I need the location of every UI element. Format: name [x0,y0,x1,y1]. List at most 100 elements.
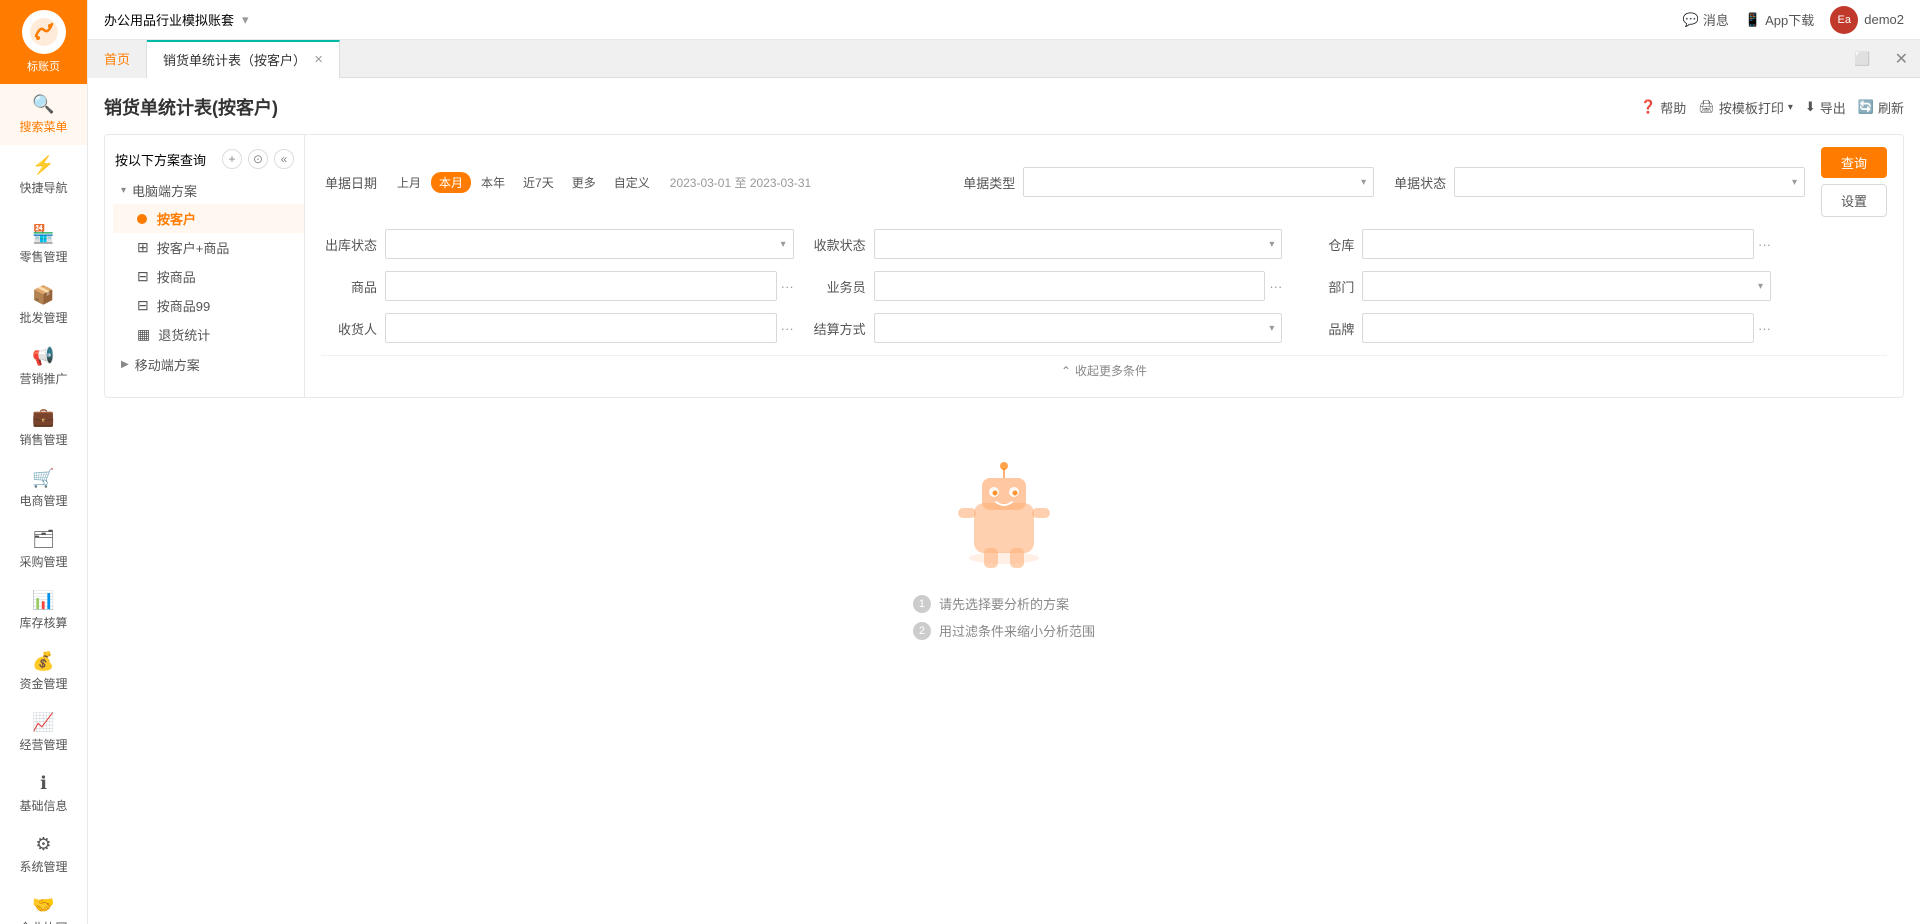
scheme-item-by-product-99[interactable]: ⊟ 按商品99 [113,291,304,320]
filter-row-4: 收货人 ··· 结算方式 ▾ [321,313,1887,343]
scheme-item-return-stat[interactable]: ▦ 退货统计 [113,320,304,349]
order-type-label: 单据类型 [959,173,1015,192]
page-actions: ❓ 帮助 🖨 按模板打印 ▾ ⬇ 导出 🔄 刷新 [1640,98,1904,117]
order-status-select[interactable] [1454,167,1805,197]
scheme-item-by-customer-product[interactable]: ⊞ 按客户+商品 [113,233,304,262]
topbar-dropdown-icon[interactable]: ▾ [242,12,249,28]
topbar-left: 办公用品行业模拟账套 ▾ [104,10,249,29]
tab-sales-stat-label: 销货单统计表（按客户） [163,50,306,69]
brand-label: 品牌 [1298,319,1354,338]
tip-num-1: 1 [913,595,931,613]
filter-salesperson: 业务员 ··· [810,271,1283,301]
sidebar-item-label: 销售管理 [19,431,67,448]
logo-icon [22,10,66,54]
tab-home[interactable]: 首页 [88,40,147,78]
sidebar-item-sales[interactable]: 💼 销售管理 [0,397,87,458]
query-button[interactable]: 查询 [1821,147,1887,178]
receiver-dots[interactable]: ··· [781,321,794,336]
edit-scheme-button[interactable]: ⊙ [248,149,268,169]
filter-department: 部门 ▾ [1298,271,1771,301]
warehouse-dots[interactable]: ··· [1758,237,1771,252]
sidebar-item-label: 经营管理 [19,736,67,753]
collapse-button[interactable]: ⌃ 收起更多条件 [321,355,1887,385]
topbar: 办公用品行业模拟账套 ▾ 💬 消息 📱 App下载 Ea demo2 [88,0,1920,40]
sidebar-item-marketing[interactable]: 📢 营销推广 [0,336,87,397]
scheme-group-mobile-header[interactable]: ▶ 移动端方案 [113,351,304,378]
sidebar-item-operations[interactable]: 📈 经营管理 [0,702,87,763]
scheme-item-by-product[interactable]: ⊟ 按商品 [113,262,304,291]
tab-close-icon[interactable]: ✕ [314,53,323,66]
app-download-button[interactable]: 📱 App下载 [1745,10,1814,29]
sidebar: 标账页 🔍 搜索菜单 ⚡ 快捷导航 🏪 零售管理 📦 批发管理 📢 营销推广 💼… [0,0,88,924]
sidebar-item-inventory[interactable]: 📊 库存核算 [0,580,87,641]
scheme-group-pc-header[interactable]: ▾ 电脑端方案 [113,177,304,204]
sidebar-item-label: 资金管理 [19,675,67,692]
date-tab-this-month[interactable]: 本月 [431,172,471,193]
sidebar-item-purchase[interactable]: 🗂 采购管理 [0,519,87,580]
filter-row-2: 出库状态 ▾ 收款状态 [321,229,1887,259]
date-tab-custom[interactable]: 自定义 [606,172,658,193]
export-button[interactable]: ⬇ 导出 [1805,98,1846,117]
date-tab-this-year[interactable]: 本年 [473,172,513,193]
receiver-input[interactable] [385,313,777,343]
department-select[interactable] [1362,271,1771,301]
product-dots[interactable]: ··· [781,279,794,294]
date-tab-last-month[interactable]: 上月 [389,172,429,193]
delivery-status-select[interactable] [385,229,794,259]
maximize-button[interactable]: ⬜ [1842,50,1882,68]
scheme-panel: 按以下方案查询 + ⊙ « ▾ 电脑端方案 [105,135,305,397]
order-status-select-wrap: ▾ [1454,167,1805,197]
refresh-button[interactable]: 🔄 刷新 [1858,98,1904,117]
filter-order-type: 单据类型 ▾ [959,167,1374,197]
logo-area: 标账页 [0,0,87,84]
grid-icon: ⊞ [137,239,149,256]
purchase-icon: 🗂 [32,529,55,550]
salesperson-dots[interactable]: ··· [1269,279,1282,294]
order-type-select[interactable] [1023,167,1374,197]
shortcut-icon: ⚡ [32,155,54,176]
settlement-select-wrap: ▾ [874,313,1283,343]
tab-sales-stat[interactable]: 销货单统计表（按客户） ✕ [147,40,340,78]
sidebar-item-enterprise[interactable]: 🤝 企业协同 [0,885,87,924]
sidebar-item-shortcut[interactable]: ⚡ 快捷导航 [0,145,87,206]
print-button[interactable]: 🖨 按模板打印 ▾ [1698,98,1793,117]
download-icon: 📱 [1745,12,1761,28]
sidebar-item-finance[interactable]: 💰 资金管理 [0,641,87,702]
help-button[interactable]: ❓ 帮助 [1640,98,1686,117]
sidebar-item-label: 企业协同 [19,919,67,924]
add-scheme-button[interactable]: + [222,149,242,169]
order-status-label: 单据状态 [1390,173,1446,192]
tab-home-label: 首页 [104,49,130,68]
sidebar-item-ecommerce[interactable]: 🛒 电商管理 [0,458,87,519]
message-button[interactable]: 💬 消息 [1683,10,1729,29]
avatar: Ea [1830,6,1858,34]
date-tab-more[interactable]: 更多 [564,172,604,193]
search-icon: 🔍 [32,94,54,115]
scheme-group-mobile-label: 移动端方案 [135,355,200,374]
settings-button[interactable]: 设置 [1821,184,1887,217]
scheme-actions: + ⊙ « [222,149,294,169]
brand-input[interactable] [1362,313,1754,343]
sidebar-item-retail[interactable]: 🏪 零售管理 [0,214,87,275]
collapse-scheme-button[interactable]: « [274,149,294,169]
scheme-item-by-customer[interactable]: 按客户 [113,204,304,233]
date-tab-7days[interactable]: 近7天 [515,172,562,193]
topbar-title: 办公用品行业模拟账套 [104,10,234,29]
sidebar-item-basic[interactable]: ℹ 基础信息 [0,763,87,824]
salesperson-input[interactable] [874,271,1266,301]
payment-status-select[interactable] [874,229,1283,259]
ecommerce-icon: 🛒 [32,468,54,489]
sidebar-item-system[interactable]: ⚙ 系统管理 [0,824,87,885]
scheme-panel-title: 按以下方案查询 [115,150,206,169]
user-menu[interactable]: Ea demo2 [1830,6,1904,34]
settlement-select[interactable] [874,313,1283,343]
brand-dots[interactable]: ··· [1758,321,1771,336]
department-select-wrap: ▾ [1362,271,1771,301]
order-type-select-wrap: ▾ [1023,167,1374,197]
close-window-icon[interactable]: ✕ [1883,49,1920,69]
sidebar-item-search[interactable]: 🔍 搜索菜单 [0,84,87,145]
product-input[interactable] [385,271,777,301]
warehouse-input[interactable] [1362,229,1754,259]
scheme-group-mobile: ▶ 移动端方案 [113,351,304,378]
sidebar-item-wholesale[interactable]: 📦 批发管理 [0,275,87,336]
